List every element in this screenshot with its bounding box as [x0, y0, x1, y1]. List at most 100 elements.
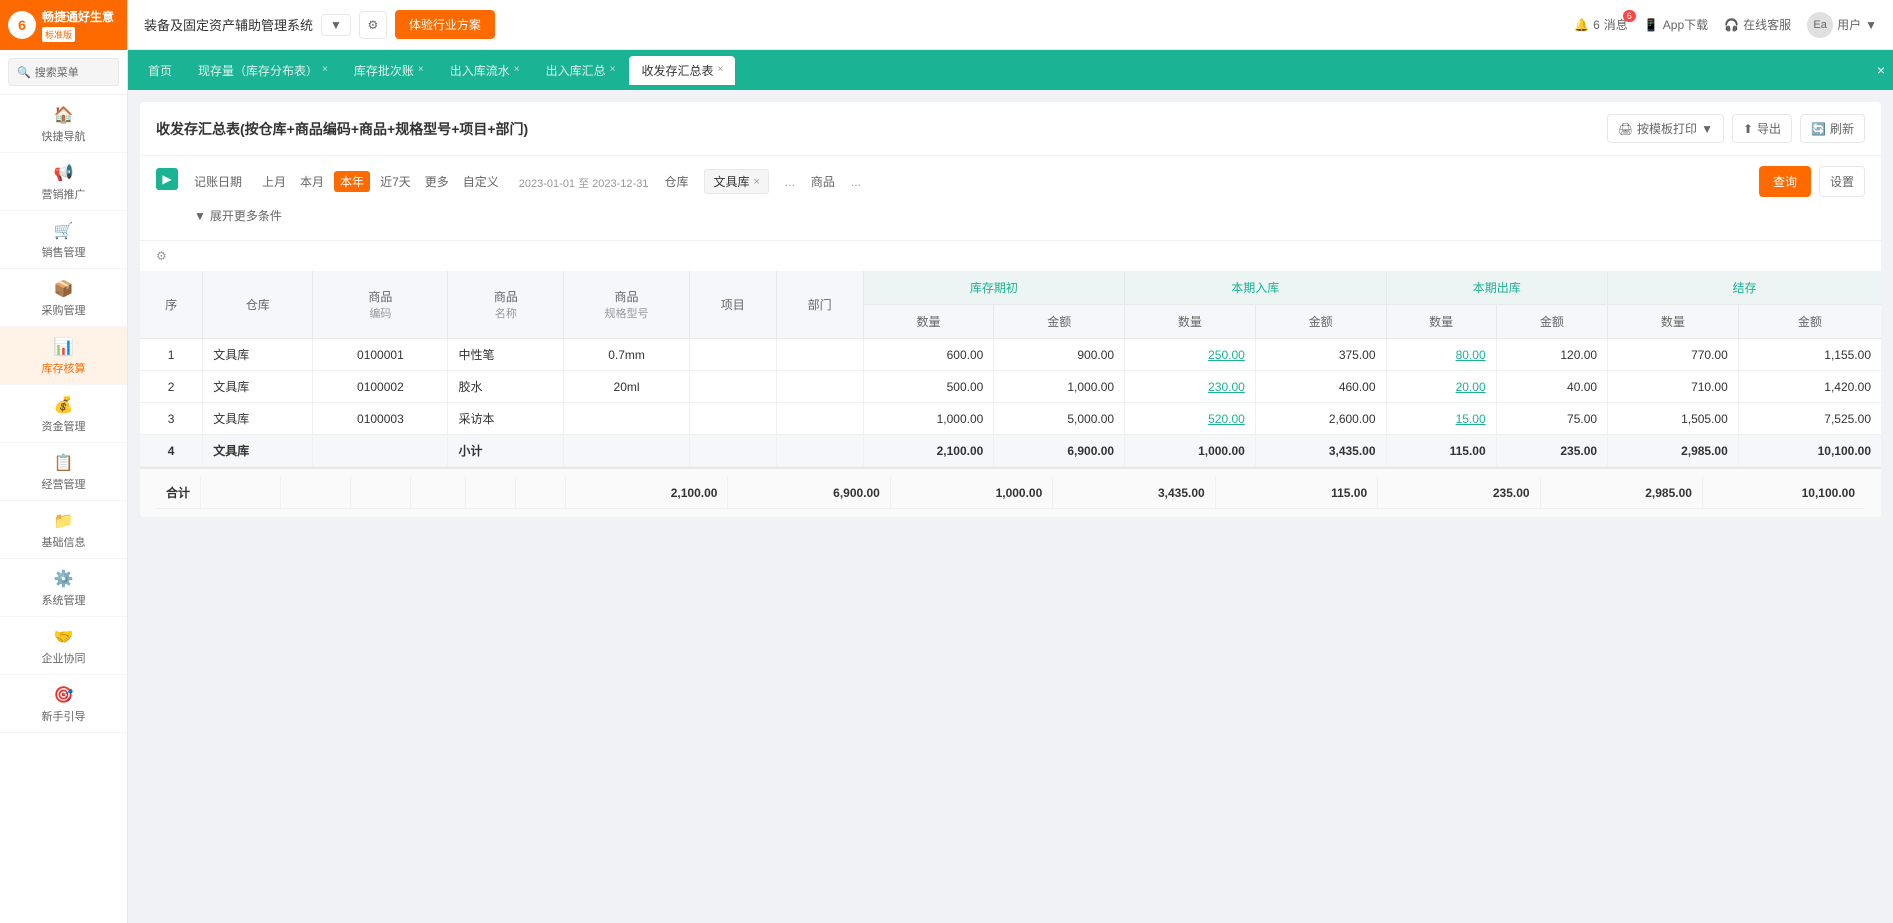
cell-no: 3	[140, 403, 203, 435]
col-project: 项目	[689, 271, 776, 339]
tab-batch[interactable]: 库存批次账 ×	[342, 56, 436, 85]
col-closing-amt: 金额	[1738, 305, 1881, 339]
tab-bar-close-button[interactable]: ×	[1877, 62, 1885, 78]
print-template-button[interactable]: 🖨 按模板打印 ▼	[1607, 114, 1724, 143]
logo-badge: 标准版	[42, 27, 75, 42]
cell-project	[689, 403, 776, 435]
folder-icon: 📁	[54, 511, 74, 531]
tab-close-icon[interactable]: ×	[717, 65, 723, 75]
tab-close-icon[interactable]: ×	[418, 65, 424, 75]
app-download-button[interactable]: 📱 App下载	[1644, 16, 1708, 33]
megaphone-icon: 📢	[54, 163, 74, 183]
prev-month-button[interactable]: 上月	[258, 171, 290, 192]
sidebar-item-label: 营销推广	[42, 186, 86, 202]
cell-opening-amt: 1,000.00	[994, 371, 1125, 403]
cell-out-qty[interactable]: 20.00	[1386, 371, 1496, 403]
cell-in-qty[interactable]: 250.00	[1125, 339, 1256, 371]
cell-opening-qty: 1,000.00	[863, 403, 994, 435]
online-service-button[interactable]: 🎧 在线客服	[1724, 16, 1791, 33]
sidebar-item-quick-nav[interactable]: 🏠 快捷导航	[0, 95, 127, 153]
total-warehouse-cell	[201, 477, 281, 509]
main-card: 收发存汇总表(按仓库+商品编码+商品+规格型号+项目+部门) 🖨 按模板打印 ▼…	[140, 102, 1881, 517]
warehouse-tag[interactable]: 文具库 ×	[704, 169, 768, 194]
sidebar-item-marketing[interactable]: 📢 营销推广	[0, 153, 127, 211]
settings-icon-button[interactable]: ⚙	[359, 11, 387, 39]
col-out-qty: 数量	[1386, 305, 1496, 339]
chevron-down-icon: ▼	[194, 209, 206, 223]
cell-goods-code: 0100002	[313, 371, 448, 403]
tab-label: 首页	[148, 62, 172, 79]
tab-home[interactable]: 首页	[136, 56, 184, 85]
cell-out-qty[interactable]: 15.00	[1386, 403, 1496, 435]
col-in-qty: 数量	[1125, 305, 1256, 339]
data-table: 序 仓库 商品编码 商品名称 商品规格型号 项目 部门 库存期初 本期入库 本期…	[140, 271, 1881, 467]
system-dropdown[interactable]: 装备及固定资产辅助管理系统 ▼	[321, 14, 351, 36]
filter-row-1: 记账日期 上月 本月 本年 近7天 更多 自定义 2023-01-01 至 20…	[194, 166, 1865, 197]
curr-month-button[interactable]: 本月	[296, 171, 328, 192]
tab-inout-flow[interactable]: 出入库流水 ×	[438, 56, 532, 85]
goods-ellipsis[interactable]: ...	[851, 175, 861, 189]
sidebar-item-system[interactable]: ⚙️ 系统管理	[0, 559, 127, 617]
col-opening-qty: 数量	[863, 305, 994, 339]
sidebar-search-area[interactable]: 🔍 搜索菜单	[0, 50, 127, 95]
query-button[interactable]: 查询	[1759, 166, 1811, 197]
cell-out-qty[interactable]: 80.00	[1386, 339, 1496, 371]
handshake-icon: 🤝	[54, 627, 74, 647]
tab-recv-send-summary[interactable]: 收发存汇总表 ×	[629, 56, 735, 85]
table-settings-icon[interactable]: ⚙	[156, 249, 167, 263]
bell-icon: 🔔	[1574, 18, 1589, 32]
sidebar-item-base[interactable]: 📁 基础信息	[0, 501, 127, 559]
top-bar-right: 🔔 6 6 消息 📱 App下载 🎧 在线客服 Ea 用户 ▼	[1574, 12, 1877, 38]
expand-conditions-button[interactable]: ▼ 展开更多条件	[194, 201, 1865, 230]
tab-close-icon[interactable]: ×	[322, 65, 328, 75]
sidebar-item-sales[interactable]: 🛒 销售管理	[0, 211, 127, 269]
tab-stock-dist[interactable]: 现存量（库存分布表） ×	[186, 56, 340, 85]
sidebar-item-inventory[interactable]: 📊 库存核算	[0, 327, 127, 385]
sidebar-item-guide[interactable]: 🎯 新手引导	[0, 675, 127, 733]
tab-close-icon[interactable]: ×	[514, 65, 520, 75]
settings-button[interactable]: 设置	[1819, 166, 1865, 197]
cell-in-qty[interactable]: 520.00	[1125, 403, 1256, 435]
cell-goods-spec	[564, 403, 689, 435]
sidebar-item-label: 企业协同	[42, 650, 86, 666]
tab-close-icon[interactable]: ×	[610, 65, 616, 75]
7days-button[interactable]: 近7天	[376, 171, 415, 192]
warehouse-ellipsis[interactable]: ...	[785, 175, 795, 189]
user-menu[interactable]: Ea 用户 ▼	[1807, 12, 1877, 38]
sidebar-item-purchase[interactable]: 📦 采购管理	[0, 269, 127, 327]
total-opening-qty: 2,100.00	[566, 477, 728, 509]
filter-toggle-button[interactable]: ▶	[156, 168, 178, 190]
total-out-qty: 115.00	[1215, 477, 1377, 509]
cell-in-qty[interactable]: 230.00	[1125, 371, 1256, 403]
cell-goods-spec: 20ml	[564, 371, 689, 403]
sidebar-item-finance[interactable]: 💰 资金管理	[0, 385, 127, 443]
curr-year-button[interactable]: 本年	[334, 171, 370, 192]
custom-button[interactable]: 自定义	[459, 171, 503, 192]
trial-button[interactable]: 体验行业方案	[395, 10, 495, 39]
cell-no: 2	[140, 371, 203, 403]
sidebar-item-label: 基础信息	[42, 534, 86, 550]
cell-opening-amt: 5,000.00	[994, 403, 1125, 435]
refresh-button[interactable]: 🔄 刷新	[1800, 114, 1865, 143]
tab-inout-summary[interactable]: 出入库汇总 ×	[534, 56, 628, 85]
chart-icon: 📊	[54, 337, 74, 357]
sidebar-item-operations[interactable]: 📋 经营管理	[0, 443, 127, 501]
tab-bar: 首页 现存量（库存分布表） × 库存批次账 × 出入库流水 × 出入库汇总 × …	[128, 50, 1893, 90]
search-menu-button[interactable]: 🔍 搜索菜单	[8, 58, 119, 86]
col-in-amt: 金额	[1255, 305, 1386, 339]
warehouse-tag-close-icon[interactable]: ×	[753, 176, 759, 188]
clipboard-icon: 📋	[54, 453, 74, 473]
export-button[interactable]: ⬆ 导出	[1732, 114, 1792, 143]
cell-no: 1	[140, 339, 203, 371]
cell-closing-qty: 770.00	[1608, 339, 1739, 371]
notification-button[interactable]: 🔔 6 6 消息	[1574, 16, 1628, 33]
table-row: 4文具库小计2,100.006,900.001,000.003,435.0011…	[140, 435, 1881, 467]
total-out-amt: 235.00	[1378, 477, 1540, 509]
total-goods-spec-cell	[411, 477, 466, 509]
page-title: 收发存汇总表(按仓库+商品编码+商品+规格型号+项目+部门)	[156, 119, 528, 139]
cell-goods-code	[313, 435, 448, 467]
money-icon: 💰	[54, 395, 74, 415]
cell-closing-amt: 1,420.00	[1738, 371, 1881, 403]
sidebar-item-corp[interactable]: 🤝 企业协同	[0, 617, 127, 675]
more-button[interactable]: 更多	[421, 171, 453, 192]
